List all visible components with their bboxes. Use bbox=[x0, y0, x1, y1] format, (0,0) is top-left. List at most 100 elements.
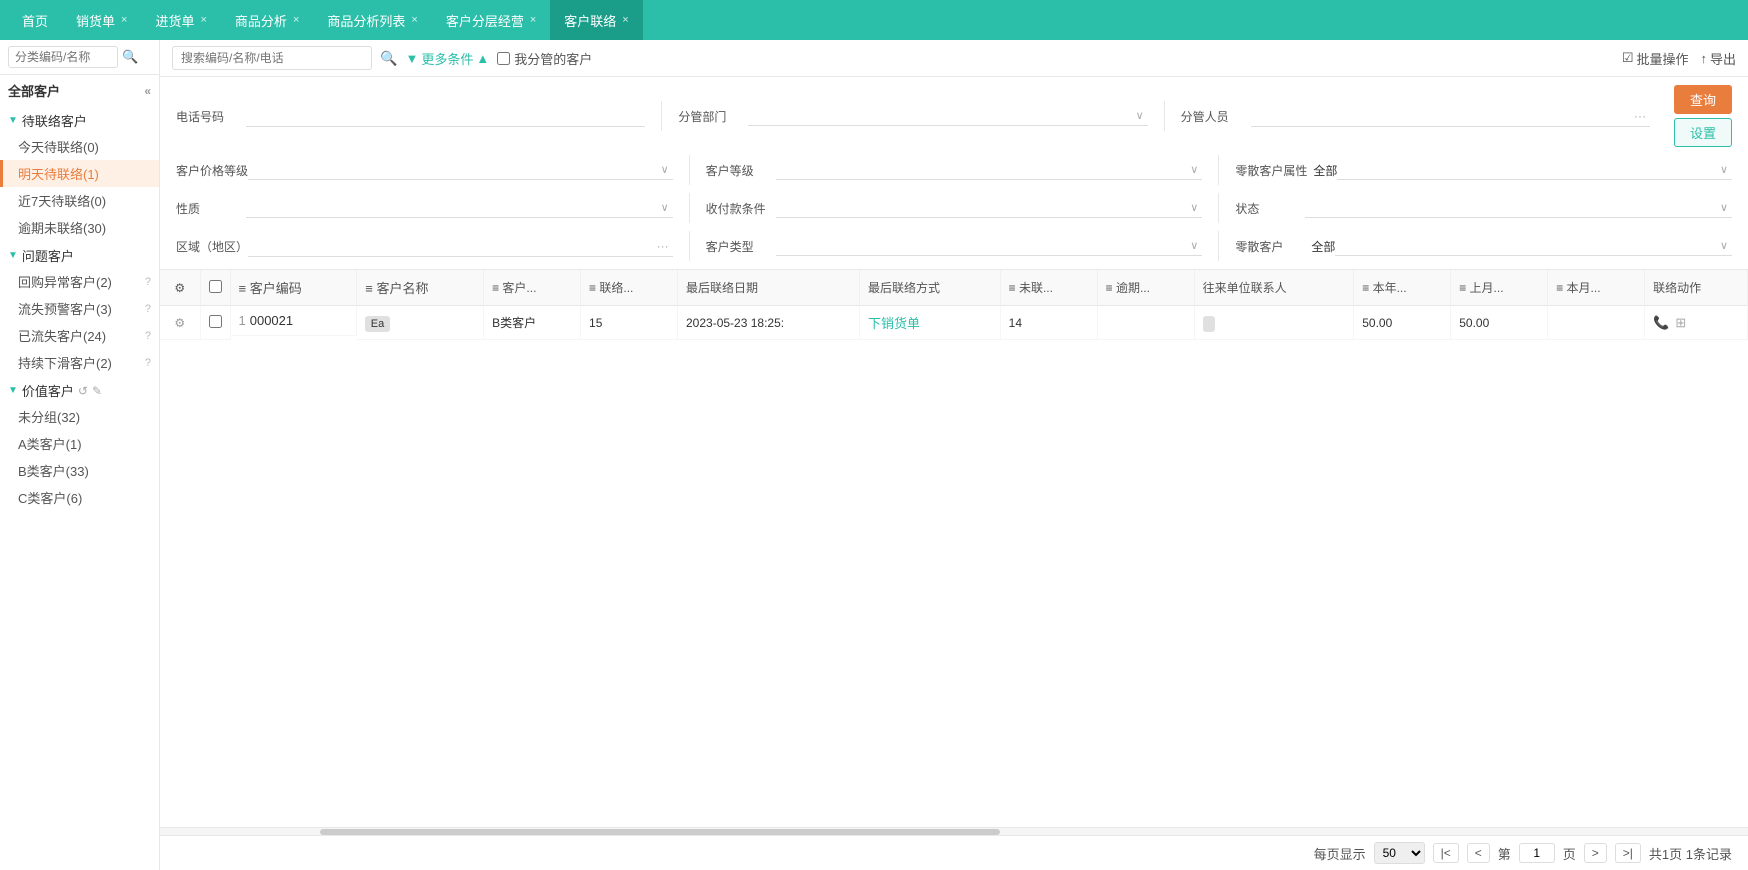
select-all-checkbox[interactable] bbox=[209, 280, 222, 293]
td-last-month: 50.00 bbox=[1451, 306, 1548, 340]
sidebar-item-today-contact[interactable]: 今天待联络(0) bbox=[0, 133, 159, 160]
sidebar-item-7day-contact[interactable]: 近7天待联络(0) bbox=[0, 187, 159, 214]
td-type: B类客户 bbox=[484, 306, 581, 340]
th-actions: 联络动作 bbox=[1645, 270, 1748, 306]
td-last-contact-method: 下销货单 bbox=[859, 306, 1000, 340]
all-customers-header[interactable]: 全部客户 « bbox=[0, 75, 159, 106]
group-value-customers[interactable]: ▼ 价值客户 ↺ ✎ bbox=[0, 376, 159, 403]
chevron-icon-9: ∨ bbox=[1720, 239, 1728, 252]
filter-payment-select[interactable]: ∨ bbox=[776, 198, 1203, 218]
filter-dept-select[interactable]: ∨ bbox=[748, 106, 1147, 126]
last-contact-method-link[interactable]: 下销货单 bbox=[868, 316, 920, 331]
filter-dept-field: 分管部门 ∨ bbox=[678, 106, 1147, 126]
sidebar-item-ungrouped[interactable]: 未分组(32) bbox=[0, 403, 159, 430]
per-page-select[interactable]: 50 100 200 bbox=[1374, 842, 1425, 864]
sidebar-item-class-b[interactable]: B类客户(33) bbox=[0, 457, 159, 484]
sidebar-item-abnormal-repurchase[interactable]: 回购异常客户(2) ? bbox=[0, 268, 159, 295]
horizontal-scrollbar[interactable] bbox=[160, 827, 1748, 835]
prev-page-button[interactable]: < bbox=[1467, 843, 1490, 863]
filter-retail-customer-field: 零散客户 全部 ∨ bbox=[1235, 236, 1732, 256]
settings-button[interactable]: 设置 bbox=[1674, 118, 1732, 147]
filter-phone-input[interactable] bbox=[246, 106, 645, 127]
row-checkbox[interactable] bbox=[209, 315, 222, 328]
group-pending-contact[interactable]: ▼ 待联络客户 bbox=[0, 106, 159, 133]
page-number-input[interactable] bbox=[1519, 843, 1555, 863]
action-call-icon[interactable]: 📞 bbox=[1653, 315, 1669, 331]
chevron-icon: ∨ bbox=[1136, 109, 1144, 122]
export-icon: ↑ bbox=[1700, 51, 1707, 66]
filter-row-3: 性质 ∨ 收付款条件 ∨ 状态 ∨ bbox=[176, 193, 1732, 223]
sidebar-item-churned[interactable]: 已流失客户(24) ? bbox=[0, 322, 159, 349]
my-customers-checkbox[interactable] bbox=[497, 52, 510, 65]
search-input[interactable] bbox=[172, 46, 372, 70]
filter-customer-level-select[interactable]: ∨ bbox=[776, 160, 1203, 180]
filter-customer-type-select[interactable]: ∨ bbox=[776, 236, 1203, 256]
my-customers-checkbox-label[interactable]: 我分管的客户 bbox=[497, 49, 592, 68]
sidebar-search-icon[interactable]: 🔍 bbox=[122, 49, 138, 65]
help-icon-abnormal: ? bbox=[145, 276, 151, 288]
sidebar-item-churn-warning[interactable]: 流失预警客户(3) ? bbox=[0, 295, 159, 322]
collapse-icon: « bbox=[144, 84, 151, 98]
filter-region-select[interactable]: ··· bbox=[248, 236, 673, 257]
nav-product-analysis-list[interactable]: 商品分析列表 × bbox=[313, 0, 431, 40]
filter-price-level-label: 客户价格等级 bbox=[176, 162, 248, 179]
group-problem-customers[interactable]: ▼ 问题客户 bbox=[0, 241, 159, 268]
filter-retail-attr-field: 零散客户属性 全部 ∨ bbox=[1235, 160, 1732, 180]
sidebar-item-class-c[interactable]: C类客户(6) bbox=[0, 484, 159, 511]
more-conditions-button[interactable]: ▼ 更多条件 ▲ bbox=[405, 49, 489, 68]
th-code[interactable]: ≡ 客户编码 bbox=[230, 270, 357, 306]
sidebar-item-declining[interactable]: 持续下滑客户(2) ? bbox=[0, 349, 159, 376]
nav-purchase-order-close[interactable]: × bbox=[200, 14, 206, 26]
th-name[interactable]: ≡ 客户名称 bbox=[357, 270, 484, 306]
nav-sales-order[interactable]: 销货单 × bbox=[62, 0, 141, 40]
filter-retail-customer-label: 零散客户 bbox=[1235, 238, 1305, 255]
chevron-icon-6: ∨ bbox=[1190, 201, 1198, 214]
sidebar-search-input[interactable] bbox=[8, 46, 118, 68]
chevron-icon-4: ∨ bbox=[1720, 163, 1728, 176]
export-button[interactable]: ↑ 导出 bbox=[1700, 49, 1736, 68]
th-uncontacted: ≡ 未联... bbox=[1000, 270, 1097, 306]
td-uncontacted: 14 bbox=[1000, 306, 1097, 340]
nav-home[interactable]: 首页 bbox=[8, 0, 62, 40]
filter-status-select[interactable]: ∨ bbox=[1305, 198, 1732, 218]
nav-customer-contact-close[interactable]: × bbox=[622, 14, 628, 26]
filter-manager-select[interactable]: ··· bbox=[1251, 106, 1650, 127]
sidebar-item-tomorrow-contact[interactable]: 明天待联络(1) bbox=[0, 160, 159, 187]
next-page-button[interactable]: > bbox=[1584, 843, 1607, 863]
sidebar-item-overdue-contact[interactable]: 逾期未联络(30) bbox=[0, 214, 159, 241]
table-header-row: ⚙ ≡ 客户编码 ≡ 客户名称 ≡ 客户... ≡ 联络... 最后联络日期 最… bbox=[160, 270, 1748, 306]
search-button[interactable]: 🔍 bbox=[380, 50, 397, 67]
bulk-op-button[interactable]: ☑ 批量操作 bbox=[1622, 49, 1689, 68]
nav-product-analysis-list-close[interactable]: × bbox=[411, 14, 417, 26]
td-contact-count: 15 bbox=[581, 306, 678, 340]
nav-sales-order-close[interactable]: × bbox=[121, 14, 127, 26]
pagination-bar: 每页显示 50 100 200 |< < 第 页 > >| 共1页 1条记录 bbox=[160, 835, 1748, 870]
th-this-month: ≡ 本月... bbox=[1548, 270, 1645, 306]
filter-retail-attr-select[interactable]: ∨ bbox=[1337, 160, 1732, 180]
nav-customer-tier[interactable]: 客户分层经营 × bbox=[432, 0, 550, 40]
th-type: ≡ 客户... bbox=[484, 270, 581, 306]
nav-purchase-order[interactable]: 进货单 × bbox=[141, 0, 220, 40]
td-name: Ea bbox=[357, 306, 484, 340]
chevron-up-icon: ▲ bbox=[476, 51, 489, 66]
refresh-icon[interactable]: ↺ bbox=[78, 384, 88, 398]
scrollbar-thumb[interactable] bbox=[320, 829, 1000, 835]
nav-product-analysis-close[interactable]: × bbox=[293, 14, 299, 26]
sidebar-item-class-a[interactable]: A类客户(1) bbox=[0, 430, 159, 457]
th-contact-person: 往来单位联系人 bbox=[1194, 270, 1354, 306]
filter-gender-select[interactable]: ∨ bbox=[246, 198, 673, 218]
nav-customer-contact[interactable]: 客户联络 × bbox=[550, 0, 642, 40]
query-button[interactable]: 查询 bbox=[1674, 85, 1732, 114]
filter-row-4: 区域（地区） ··· 客户类型 ∨ 零散客户 全部 bbox=[176, 231, 1732, 261]
nav-product-analysis[interactable]: 商品分析 × bbox=[221, 0, 313, 40]
nav-customer-tier-close[interactable]: × bbox=[530, 14, 536, 26]
action-grid-icon[interactable]: ⊞ bbox=[1675, 315, 1686, 331]
table-row: ⚙ 1 000021 Ea B类客户 15 2023-05-23 18:25: … bbox=[160, 306, 1748, 340]
filter-bar-right: ☑ 批量操作 ↑ 导出 bbox=[1622, 49, 1736, 68]
filter-price-level-select[interactable]: ∨ bbox=[248, 160, 673, 180]
first-page-button[interactable]: |< bbox=[1433, 843, 1459, 863]
edit-icon[interactable]: ✎ bbox=[92, 384, 102, 398]
per-page-label: 每页显示 bbox=[1314, 844, 1366, 863]
filter-retail-customer-select[interactable]: ∨ bbox=[1335, 236, 1732, 256]
last-page-button[interactable]: >| bbox=[1615, 843, 1641, 863]
